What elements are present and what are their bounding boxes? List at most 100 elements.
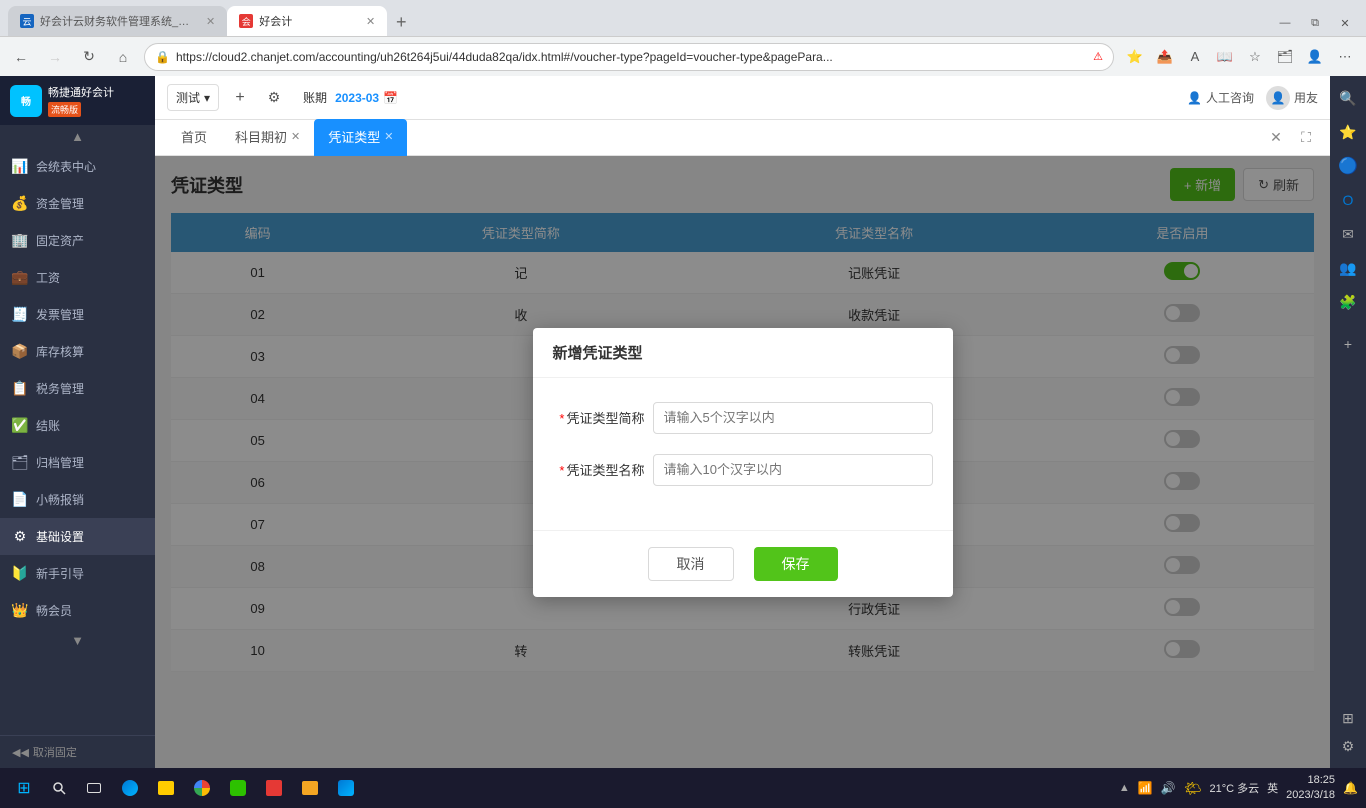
input-method[interactable]: 英 bbox=[1267, 780, 1278, 796]
start-button[interactable]: ⊞ bbox=[8, 772, 40, 804]
taskbar-right: ▲ 📶 🔊 🌤 21°C 多云 英 18:25 2023/3/18 🔔 bbox=[1119, 773, 1358, 804]
abbr-input[interactable] bbox=[653, 402, 933, 434]
topbar-right: 👤 人工咨询 👤 用友 bbox=[1187, 86, 1318, 110]
tab-nav-expand[interactable]: ⛶ bbox=[1294, 126, 1318, 150]
sidebar-scroll-down[interactable]: ▼ bbox=[0, 629, 155, 652]
invoice-icon: 🧾 bbox=[12, 307, 28, 323]
close-voucher-tab[interactable]: ✕ bbox=[384, 130, 393, 143]
name-required-mark: * bbox=[559, 463, 564, 478]
sidebar-item-fixed-assets[interactable]: 🏢 固定资产 bbox=[0, 222, 155, 259]
restore-button[interactable]: ⧉ bbox=[1302, 10, 1328, 36]
page-tab-home-label: 首页 bbox=[181, 127, 207, 146]
add-company-button[interactable]: + bbox=[227, 85, 253, 111]
browser-actions: ⭐ 📤 A 📖 ☆ 🗂 👤 ⋯ bbox=[1122, 44, 1358, 70]
sidebar-item-label: 库存核算 bbox=[36, 343, 84, 360]
collections-btn[interactable]: 🗂 bbox=[1272, 44, 1298, 70]
tab-favicon-2: 会 bbox=[239, 14, 253, 28]
profile-btn[interactable]: 👤 bbox=[1302, 44, 1328, 70]
company-select[interactable]: 测试 ▾ bbox=[167, 84, 219, 111]
taskbar-task-view[interactable] bbox=[78, 772, 110, 804]
sidebar-item-capital[interactable]: 💰 资金管理 bbox=[0, 185, 155, 222]
consult-button[interactable]: 👤 人工咨询 bbox=[1187, 89, 1254, 106]
sidebar-item-settings[interactable]: ⚙ 基础设置 bbox=[0, 518, 155, 555]
forward-button[interactable]: → bbox=[42, 44, 68, 70]
cancel-button[interactable]: 取消 bbox=[648, 547, 734, 581]
browser-tab-2[interactable]: 会 好会计 ✕ bbox=[227, 6, 387, 36]
star-sidebar-btn[interactable]: ⭐ bbox=[1334, 118, 1362, 146]
taskbar-expand[interactable]: ▲ bbox=[1119, 782, 1130, 794]
browser-tab-1[interactable]: 云 好会计云财务软件管理系统_会计 ✕ bbox=[8, 6, 227, 36]
sidebar-item-dashboard[interactable]: 📊 会统表中心 bbox=[0, 148, 155, 185]
search-sidebar-btn[interactable]: 🔍 bbox=[1334, 84, 1362, 112]
grid-sidebar-btn[interactable]: ⊞ bbox=[1334, 704, 1362, 732]
page-tab-subjects[interactable]: 科目期初 ✕ bbox=[221, 119, 314, 156]
collection-sidebar-btn[interactable]: 🔵 bbox=[1334, 152, 1362, 180]
taskbar-edge[interactable] bbox=[114, 772, 146, 804]
close-button[interactable]: ✕ bbox=[1332, 10, 1358, 36]
settings-icon: ⚙ bbox=[12, 529, 28, 545]
back-button[interactable]: ← bbox=[8, 44, 34, 70]
taskbar-edge2[interactable] bbox=[330, 772, 362, 804]
modal-overlay: 新增凭证类型 *凭证类型简称 *凭证类型名称 bbox=[155, 156, 1330, 768]
taskbar-wechat[interactable] bbox=[222, 772, 254, 804]
taskbar-clock: 18:25 2023/3/18 bbox=[1286, 773, 1335, 804]
minimize-button[interactable]: — bbox=[1272, 10, 1298, 36]
abbr-form-row: *凭证类型简称 bbox=[553, 402, 933, 434]
share-button[interactable]: 📤 bbox=[1152, 44, 1178, 70]
user-info[interactable]: 👤 用友 bbox=[1266, 86, 1318, 110]
name-input[interactable] bbox=[653, 454, 933, 486]
close-subjects-tab[interactable]: ✕ bbox=[291, 130, 300, 143]
user-label: 用友 bbox=[1294, 89, 1318, 106]
period-info: 账期 2023-03 📅 bbox=[303, 89, 398, 106]
sidebar-item-tax[interactable]: 📋 税务管理 bbox=[0, 370, 155, 407]
page-tab-nav: 首页 科目期初 ✕ 凭证类型 ✕ ✕ ⛶ bbox=[155, 120, 1330, 156]
reading-btn[interactable]: 📖 bbox=[1212, 44, 1238, 70]
fav-btn[interactable]: ☆ bbox=[1242, 44, 1268, 70]
save-button[interactable]: 保存 bbox=[754, 547, 838, 581]
sidebar-item-label: 小畅报销 bbox=[36, 491, 84, 508]
sidebar-item-inventory[interactable]: 📦 库存核算 bbox=[0, 333, 155, 370]
sidebar-scroll-up[interactable]: ▲ bbox=[0, 125, 155, 148]
extensions-button[interactable]: ⭐ bbox=[1122, 44, 1148, 70]
new-tab-button[interactable]: + bbox=[387, 8, 415, 36]
refresh-button[interactable]: ↻ bbox=[76, 44, 102, 70]
mail-sidebar-btn[interactable]: ✉ bbox=[1334, 220, 1362, 248]
sidebar-item-invoice[interactable]: 🧾 发票管理 bbox=[0, 296, 155, 333]
sidebar-item-report[interactable]: 📄 小畅报销 bbox=[0, 481, 155, 518]
sidebar-item-member[interactable]: 👑 畅会员 bbox=[0, 592, 155, 629]
user-sidebar-btn[interactable]: 👥 bbox=[1334, 254, 1362, 282]
checkout-icon: ✅ bbox=[12, 418, 28, 434]
more-btn[interactable]: ⋯ bbox=[1332, 44, 1358, 70]
page-tab-voucher-type[interactable]: 凭证类型 ✕ bbox=[314, 119, 407, 156]
cancel-pin-btn[interactable]: ◀◀ 取消固定 bbox=[0, 735, 155, 768]
puzzle-sidebar-btn[interactable]: 🧩 bbox=[1334, 288, 1362, 316]
outlook-sidebar-btn[interactable]: O bbox=[1334, 186, 1362, 214]
home-button[interactable]: ⌂ bbox=[110, 44, 136, 70]
company-name: 测试 bbox=[176, 89, 200, 106]
weather-icon: 🌤 bbox=[1184, 780, 1202, 797]
sidebar-item-guide[interactable]: 🔰 新手引导 bbox=[0, 555, 155, 592]
sidebar-item-archive[interactable]: 🗂 归档管理 bbox=[0, 444, 155, 481]
tab-close-1[interactable]: ✕ bbox=[206, 15, 215, 28]
sidebar-bottom-controls: ⊞ ⚙ bbox=[1334, 704, 1362, 760]
sidebar-item-payroll[interactable]: 💼 工资 bbox=[0, 259, 155, 296]
url-bar[interactable]: 🔒 https://cloud2.chanjet.com/accounting/… bbox=[144, 43, 1114, 71]
name-label: *凭证类型名称 bbox=[553, 460, 653, 479]
taskbar-files[interactable] bbox=[294, 772, 326, 804]
tab-close-2[interactable]: ✕ bbox=[366, 15, 375, 28]
sidebar-item-checkout[interactable]: ✅ 结账 bbox=[0, 407, 155, 444]
sidebar-item-label: 畅会员 bbox=[36, 602, 72, 619]
taskbar-chrome[interactable] bbox=[186, 772, 218, 804]
font-btn[interactable]: A bbox=[1182, 44, 1208, 70]
page-tab-home[interactable]: 首页 bbox=[167, 119, 221, 156]
settings-button[interactable]: ⚙ bbox=[261, 85, 287, 111]
sidebar-item-label: 归档管理 bbox=[36, 454, 84, 471]
gear-sidebar-btn[interactable]: ⚙ bbox=[1334, 732, 1362, 760]
tab-nav-collapse[interactable]: ✕ bbox=[1264, 126, 1288, 150]
plus-sidebar-btn[interactable]: + bbox=[1334, 330, 1362, 358]
network-icon: 📶 bbox=[1138, 781, 1153, 795]
taskbar-search[interactable] bbox=[44, 772, 74, 804]
notification-icon[interactable]: 🔔 bbox=[1343, 781, 1358, 795]
taskbar-file-explorer[interactable] bbox=[150, 772, 182, 804]
taskbar-app4[interactable] bbox=[258, 772, 290, 804]
